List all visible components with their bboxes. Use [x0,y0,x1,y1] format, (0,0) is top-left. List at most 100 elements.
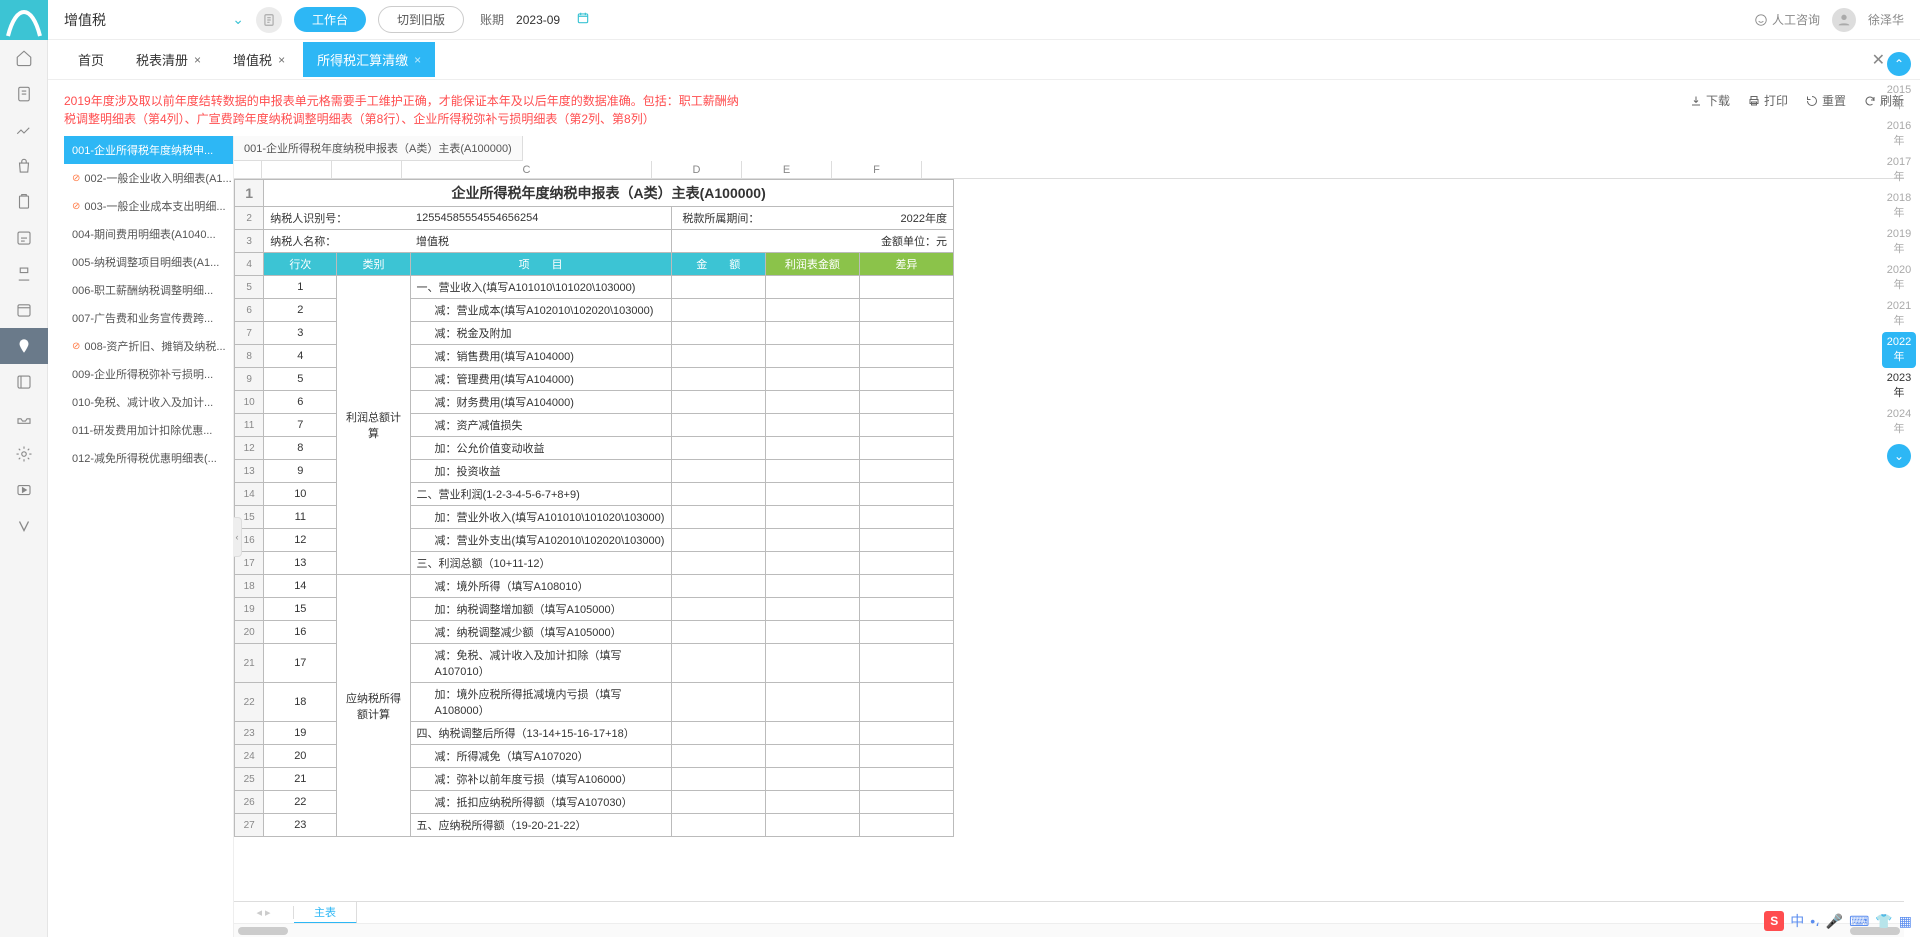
table-cell[interactable] [765,722,859,745]
nav-calendar-icon[interactable] [0,292,48,328]
table-cell[interactable] [859,391,953,414]
rail-up-icon[interactable]: ⌃ [1887,52,1911,76]
sheet-tab[interactable]: 001-企业所得税年度纳税申报表（A类）主表(A100000) [234,136,523,161]
user-name[interactable]: 徐泽华 [1868,11,1904,28]
table-cell[interactable] [859,368,953,391]
form-list-item[interactable]: ⊘008-资产折旧、摊销及纳税... [64,332,233,360]
table-cell[interactable] [671,791,765,814]
close-icon[interactable]: × [278,53,285,67]
table-cell[interactable] [765,745,859,768]
form-list-item[interactable]: ⊘003-一般企业成本支出明细... [64,192,233,220]
table-cell[interactable] [671,368,765,391]
tax-form-table[interactable]: 1企业所得税年度纳税申报表（A类）主表(A100000) 2 纳税人识别号： 1… [234,179,954,837]
form-list-item[interactable]: 011-研发费用加计扣除优惠... [64,416,233,444]
year-item[interactable]: 2015年 [1882,80,1916,116]
form-list-item[interactable]: 012-减免所得税优惠明细表(... [64,444,233,472]
ime-tool-icon[interactable]: ▦ [1899,913,1912,930]
table-cell[interactable] [765,414,859,437]
table-cell[interactable] [671,506,765,529]
table-cell[interactable] [671,575,765,598]
table-cell[interactable] [765,768,859,791]
year-item[interactable]: 2024年 [1882,404,1916,440]
nav-doc-icon[interactable] [0,76,48,112]
table-cell[interactable] [671,529,765,552]
table-cell[interactable] [765,483,859,506]
form-list-item[interactable]: 006-职工薪酬纳税调整明细... [64,276,233,304]
form-list-item[interactable]: 010-免税、减计收入及加计... [64,388,233,416]
consult-link[interactable]: 人工咨询 [1754,11,1820,28]
table-cell[interactable] [671,814,765,837]
table-cell[interactable] [859,322,953,345]
print-button[interactable]: 打印 [1748,92,1788,109]
table-cell[interactable] [859,345,953,368]
table-cell[interactable] [859,483,953,506]
table-cell[interactable] [765,621,859,644]
close-icon[interactable]: × [194,53,201,67]
table-cell[interactable] [765,276,859,299]
reset-button[interactable]: 重置 [1806,92,1846,109]
table-cell[interactable] [859,814,953,837]
nav-bag-icon[interactable] [0,148,48,184]
table-cell[interactable] [671,598,765,621]
table-cell[interactable] [671,621,765,644]
table-cell[interactable] [765,506,859,529]
table-cell[interactable] [859,414,953,437]
table-cell[interactable] [765,529,859,552]
ime-mic-icon[interactable]: 🎤 [1826,913,1843,930]
table-cell[interactable] [765,552,859,575]
sheet-tab-main[interactable]: 主表 [294,902,357,924]
table-cell[interactable] [671,322,765,345]
nav-settings-icon[interactable] [0,436,48,472]
table-cell[interactable] [671,722,765,745]
table-cell[interactable] [765,391,859,414]
nav-inbox-icon[interactable] [0,400,48,436]
table-cell[interactable] [859,299,953,322]
company-select[interactable]: 增值税 ⌄ [64,10,244,30]
table-cell[interactable] [859,575,953,598]
table-cell[interactable] [671,483,765,506]
form-list-item[interactable]: ⊘002-一般企业收入明细表(A1... [64,164,233,192]
year-item[interactable]: 2019年 [1882,224,1916,260]
avatar[interactable] [1832,8,1856,32]
tab-增值税[interactable]: 增值税× [219,42,299,77]
table-cell[interactable] [765,791,859,814]
nav-stamp-icon[interactable] [0,256,48,292]
table-cell[interactable] [765,683,859,722]
table-cell[interactable] [765,299,859,322]
year-item[interactable]: 2021年 [1882,296,1916,332]
nav-tax-icon[interactable] [0,328,48,364]
rail-down-icon[interactable]: ⌄ [1887,444,1911,468]
table-cell[interactable] [859,529,953,552]
table-cell[interactable] [671,391,765,414]
table-cell[interactable] [765,368,859,391]
table-cell[interactable] [859,460,953,483]
table-cell[interactable] [859,644,953,683]
table-cell[interactable] [765,814,859,837]
table-cell[interactable] [765,322,859,345]
nav-video-icon[interactable] [0,472,48,508]
ime-punct-icon[interactable]: •، [1810,913,1819,930]
table-cell[interactable] [671,552,765,575]
table-cell[interactable] [859,791,953,814]
year-item[interactable]: 2018年 [1882,188,1916,224]
year-item[interactable]: 2023年 [1882,368,1916,404]
tab-税表清册[interactable]: 税表清册× [122,42,215,77]
table-cell[interactable] [671,414,765,437]
table-cell[interactable] [859,722,953,745]
menu-round-button[interactable] [256,7,282,33]
table-cell[interactable] [671,644,765,683]
table-cell[interactable] [859,745,953,768]
ime-logo-icon[interactable]: S [1764,911,1784,931]
period-value[interactable]: 2023-09 [516,13,560,27]
nav-v-icon[interactable] [0,508,48,544]
table-cell[interactable] [671,460,765,483]
tab-首页[interactable]: 首页 [64,42,118,77]
table-cell[interactable] [671,745,765,768]
workbench-button[interactable]: 工作台 [294,7,366,32]
year-item[interactable]: 2017年 [1882,152,1916,188]
nav-home-icon[interactable] [0,40,48,76]
table-cell[interactable] [671,768,765,791]
table-cell[interactable] [765,437,859,460]
switch-old-button[interactable]: 切到旧版 [378,6,464,33]
nav-chart-icon[interactable] [0,112,48,148]
